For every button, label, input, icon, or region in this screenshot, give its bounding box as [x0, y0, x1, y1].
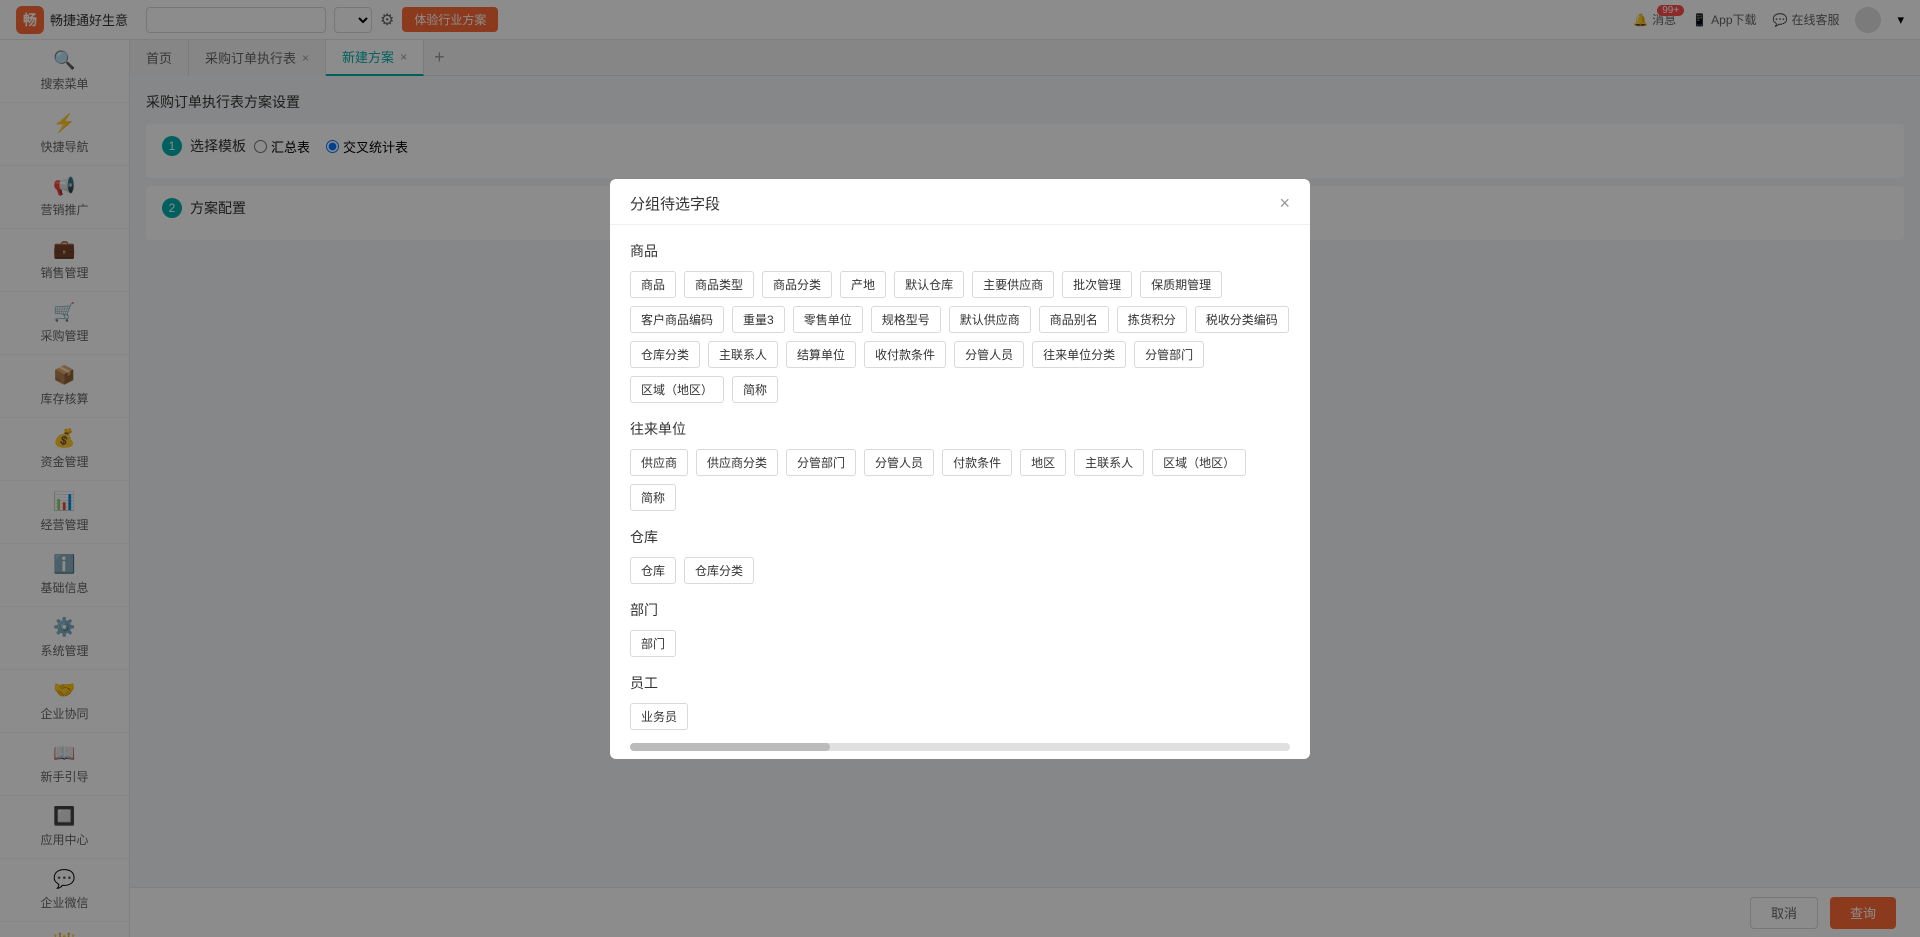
field-tag-零售单位[interactable]: 零售单位 — [793, 306, 863, 333]
field-tag-拣货积分[interactable]: 拣货积分 — [1117, 306, 1187, 333]
field-list: 供应商供应商分类分管部门分管人员付款条件地区主联系人区域（地区） 简称 — [630, 449, 1290, 511]
field-tag-产地[interactable]: 产地 — [840, 271, 886, 298]
field-tag-结算单位[interactable]: 结算单位 — [786, 341, 856, 368]
field-list: 业务员 — [630, 703, 1290, 730]
field-tag-保质期管理[interactable]: 保质期管理 — [1140, 271, 1222, 298]
field-tag-重量3[interactable]: 重量3 — [732, 306, 785, 333]
horizontal-scrollbar[interactable] — [630, 743, 1290, 751]
field-group-title: 仓库 — [630, 527, 1290, 547]
field-tag-简称[interactable]: 简称 — [732, 376, 778, 403]
field-tag-仓库分类[interactable]: 仓库分类 — [684, 557, 754, 584]
field-tag-区域（地区）[interactable]: 区域（地区） — [1152, 449, 1246, 476]
field-tag-仓库[interactable]: 仓库 — [630, 557, 676, 584]
field-group-往来单位: 往来单位供应商供应商分类分管部门分管人员付款条件地区主联系人区域（地区） 简称 — [630, 419, 1290, 511]
field-tag-简称[interactable]: 简称 — [630, 484, 676, 511]
field-tag-区域（地区）[interactable]: 区域（地区） — [630, 376, 724, 403]
field-tag-业务员[interactable]: 业务员 — [630, 703, 688, 730]
field-tag-收付款条件[interactable]: 收付款条件 — [864, 341, 946, 368]
field-group-title: 部门 — [630, 600, 1290, 620]
field-group-title: 往来单位 — [630, 419, 1290, 439]
field-tag-商品类型[interactable]: 商品类型 — [684, 271, 754, 298]
field-tag-供应商[interactable]: 供应商 — [630, 449, 688, 476]
field-tag-主联系人[interactable]: 主联系人 — [1074, 449, 1144, 476]
field-tag-地区[interactable]: 地区 — [1020, 449, 1066, 476]
field-tag-主要供应商[interactable]: 主要供应商 — [972, 271, 1054, 298]
field-tag-默认仓库[interactable]: 默认仓库 — [894, 271, 964, 298]
modal: 分组待选字段 × 商品商品商品类型商品分类产地默认仓库主要供应商批次管理保质期管… — [610, 179, 1310, 759]
field-list: 商品商品类型商品分类产地默认仓库主要供应商批次管理保质期管理客户商品编码重量3 零… — [630, 271, 1290, 403]
field-tag-供应商分类[interactable]: 供应商分类 — [696, 449, 778, 476]
modal-body: 商品商品商品类型商品分类产地默认仓库主要供应商批次管理保质期管理客户商品编码重量… — [610, 225, 1310, 735]
field-tag-客户商品编码[interactable]: 客户商品编码 — [630, 306, 724, 333]
field-tag-仓库分类[interactable]: 仓库分类 — [630, 341, 700, 368]
field-group-员工: 员工业务员 — [630, 673, 1290, 730]
field-tag-默认供应商[interactable]: 默认供应商 — [949, 306, 1031, 333]
field-tag-付款条件[interactable]: 付款条件 — [942, 449, 1012, 476]
field-tag-商品[interactable]: 商品 — [630, 271, 676, 298]
field-tag-主联系人[interactable]: 主联系人 — [708, 341, 778, 368]
field-tag-分管人员[interactable]: 分管人员 — [954, 341, 1024, 368]
field-tag-规格型号[interactable]: 规格型号 — [871, 306, 941, 333]
field-tag-税收分类编码[interactable]: 税收分类编码 — [1195, 306, 1289, 333]
field-tag-商品分类[interactable]: 商品分类 — [762, 271, 832, 298]
field-tag-批次管理[interactable]: 批次管理 — [1062, 271, 1132, 298]
field-group-title: 员工 — [630, 673, 1290, 693]
field-tag-分管部门[interactable]: 分管部门 — [1134, 341, 1204, 368]
field-tag-分管部门[interactable]: 分管部门 — [786, 449, 856, 476]
field-list: 部门 — [630, 630, 1290, 657]
modal-overlay: 分组待选字段 × 商品商品商品类型商品分类产地默认仓库主要供应商批次管理保质期管… — [0, 0, 1920, 937]
modal-title: 分组待选字段 — [630, 193, 720, 214]
field-tag-往来单位分类[interactable]: 往来单位分类 — [1032, 341, 1126, 368]
modal-close-button[interactable]: × — [1279, 194, 1290, 212]
scrollbar-thumb — [630, 743, 830, 751]
field-group-商品: 商品商品商品类型商品分类产地默认仓库主要供应商批次管理保质期管理客户商品编码重量… — [630, 241, 1290, 403]
field-tag-分管人员[interactable]: 分管人员 — [864, 449, 934, 476]
field-group-仓库: 仓库仓库仓库分类 — [630, 527, 1290, 584]
field-list: 仓库仓库分类 — [630, 557, 1290, 584]
field-tag-商品别名[interactable]: 商品别名 — [1039, 306, 1109, 333]
field-group-title: 商品 — [630, 241, 1290, 261]
modal-header: 分组待选字段 × — [610, 179, 1310, 225]
field-group-部门: 部门部门 — [630, 600, 1290, 657]
field-tag-部门[interactable]: 部门 — [630, 630, 676, 657]
